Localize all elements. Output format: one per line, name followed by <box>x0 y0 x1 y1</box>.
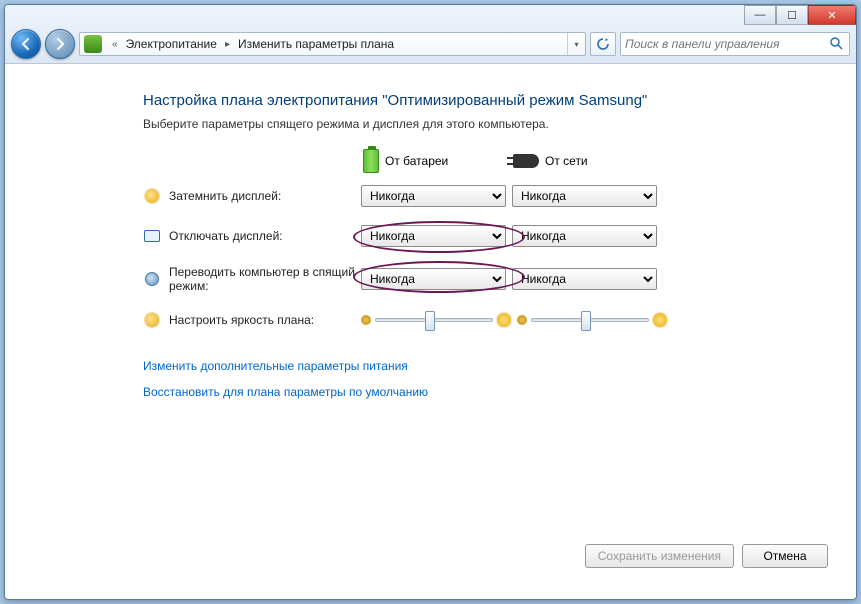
dim-display-plugged-select[interactable]: Никогда <box>512 185 657 207</box>
brightness-plugged-thumb[interactable] <box>581 311 591 331</box>
maximize-button[interactable]: ☐ <box>776 5 808 25</box>
search-icon[interactable] <box>827 36 845 53</box>
brightness-battery-thumb[interactable] <box>425 311 435 331</box>
turn-off-display-battery-select[interactable]: Никогда <box>361 225 506 247</box>
cancel-button[interactable]: Отмена <box>742 544 828 568</box>
search-input[interactable] <box>625 37 827 51</box>
page-subtitle: Выберите параметры спящего режима и дисп… <box>143 117 703 131</box>
sleep-icon <box>145 272 159 286</box>
turn-off-display-label: Отключать дисплей: <box>169 229 361 243</box>
save-button[interactable]: Сохранить изменения <box>585 544 734 568</box>
dim-display-battery-select[interactable]: Никогда <box>361 185 506 207</box>
minimize-button[interactable]: — <box>744 5 776 25</box>
restore-defaults-link[interactable]: Восстановить для плана параметры по умол… <box>143 385 703 399</box>
display-icon <box>144 230 160 242</box>
column-headers: От батареи От сети <box>363 149 703 173</box>
links-section: Изменить дополнительные параметры питани… <box>143 359 703 399</box>
address-dropdown-button[interactable]: ▾ <box>567 33 585 55</box>
close-button[interactable]: ✕ <box>808 5 856 25</box>
plug-icon <box>513 154 539 168</box>
content-area: Настройка плана электропитания "Оптимизи… <box>5 64 856 596</box>
navigation-bar: « Электропитание ▸ Изменить параметры пл… <box>5 5 856 64</box>
search-box[interactable] <box>620 32 850 56</box>
turn-off-display-row: Отключать дисплей: Никогда Никогда <box>143 225 703 247</box>
crumb-power-options[interactable]: Электропитание <box>124 37 219 51</box>
sun-dim-icon <box>517 315 527 325</box>
crumb-prefix: « <box>106 39 124 50</box>
sleep-battery-select[interactable]: Никогда <box>361 268 506 290</box>
sun-bright-icon <box>653 313 667 327</box>
control-panel-window: — ☐ ✕ « Электропитание ▸ Изменить параме… <box>4 4 857 600</box>
brightness-label: Настроить яркость плана: <box>169 313 361 327</box>
brightness-icon <box>145 313 159 327</box>
battery-icon <box>363 149 379 173</box>
refresh-button[interactable] <box>590 32 616 56</box>
sun-bright-icon <box>497 313 511 327</box>
chevron-right-icon: ▸ <box>219 39 236 50</box>
plugged-in-label: От сети <box>545 154 588 168</box>
brightness-row: Настроить яркость плана: <box>143 311 703 329</box>
dim-display-label: Затемнить дисплей: <box>169 189 361 203</box>
footer-buttons: Сохранить изменения Отмена <box>585 544 828 568</box>
sleep-row: Переводить компьютер в спящий режим: Ник… <box>143 265 703 293</box>
dim-display-row: Затемнить дисплей: Никогда Никогда <box>143 185 703 207</box>
address-bar[interactable]: « Электропитание ▸ Изменить параметры пл… <box>79 32 586 56</box>
power-options-icon <box>84 35 102 53</box>
dim-icon <box>145 189 159 203</box>
sleep-plugged-select[interactable]: Никогда <box>512 268 657 290</box>
turn-off-display-plugged-select[interactable]: Никогда <box>512 225 657 247</box>
page-title: Настройка плана электропитания "Оптимизи… <box>143 92 703 109</box>
advanced-settings-link[interactable]: Изменить дополнительные параметры питани… <box>143 359 703 373</box>
brightness-plugged-group <box>517 313 667 327</box>
on-battery-label: От батареи <box>385 154 448 168</box>
sun-dim-icon <box>361 315 371 325</box>
window-controls: — ☐ ✕ <box>744 5 856 25</box>
brightness-battery-group <box>361 313 511 327</box>
crumb-edit-plan[interactable]: Изменить параметры плана <box>236 37 396 51</box>
forward-button[interactable] <box>45 29 75 59</box>
sleep-label: Переводить компьютер в спящий режим: <box>169 265 361 293</box>
brightness-plugged-slider[interactable] <box>531 318 649 322</box>
back-button[interactable] <box>11 29 41 59</box>
brightness-battery-slider[interactable] <box>375 318 493 322</box>
